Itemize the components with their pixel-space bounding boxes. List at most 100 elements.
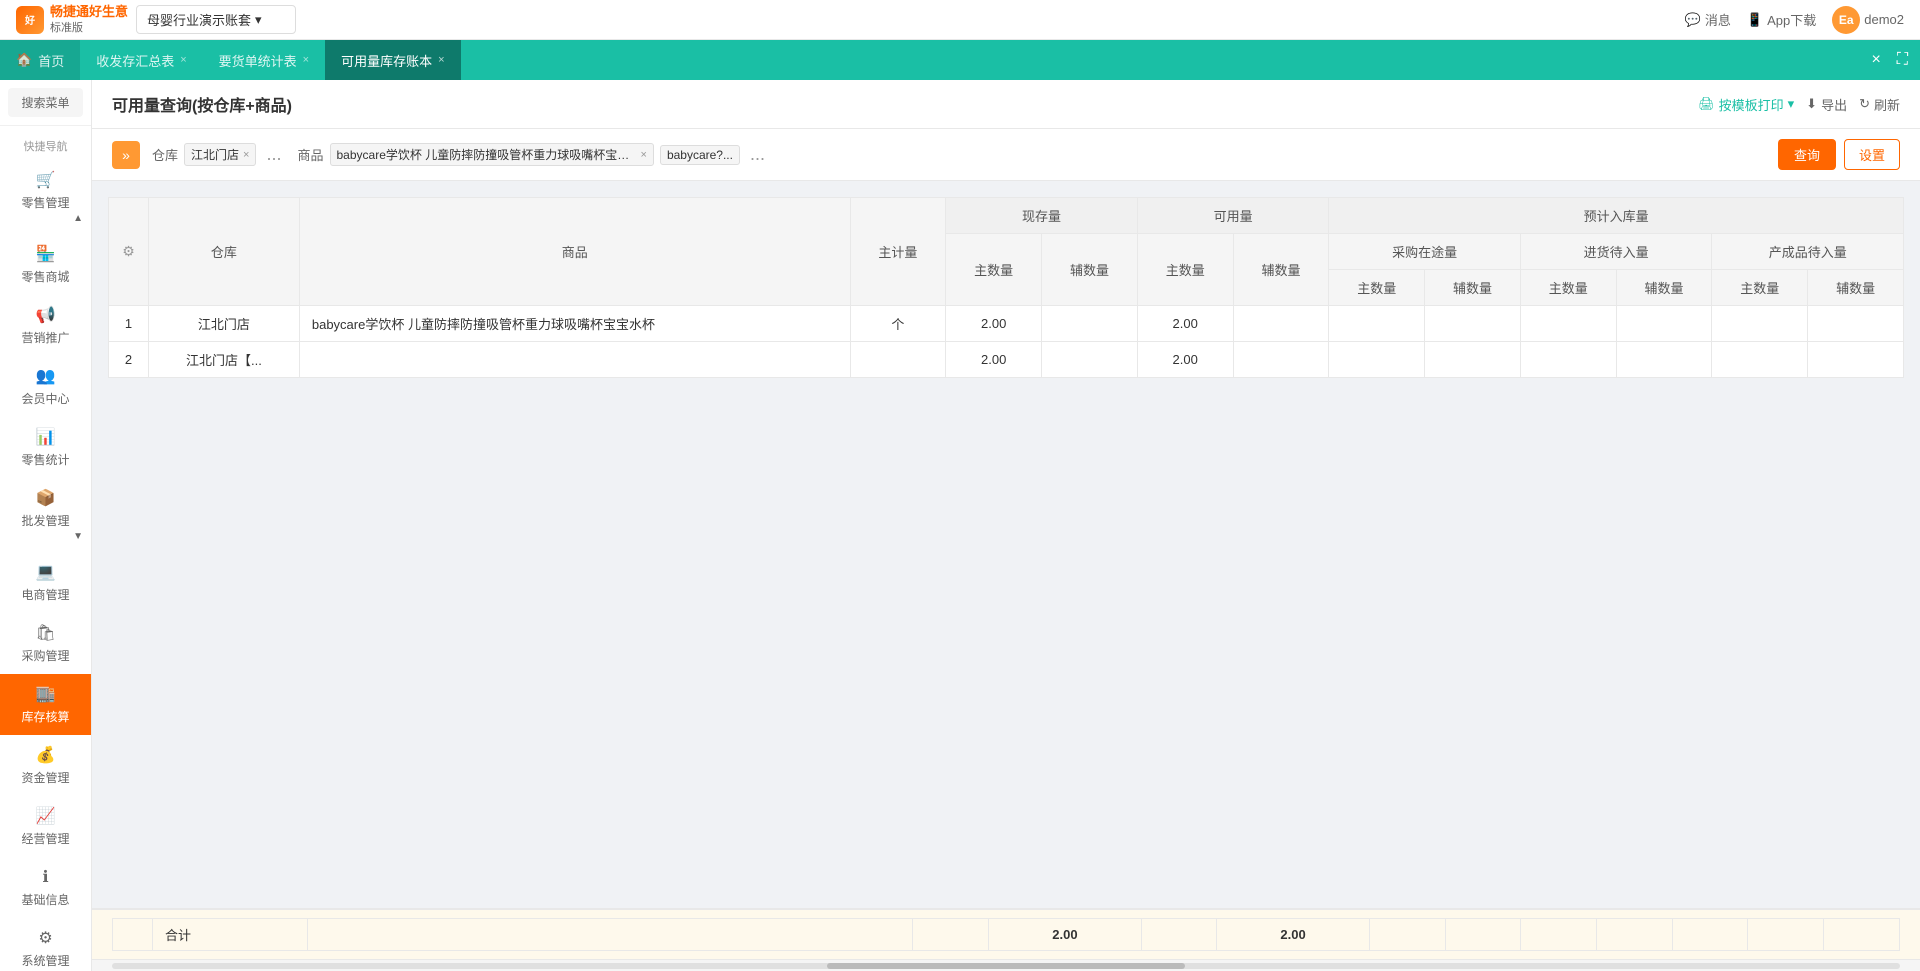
home-icon: 🏠 [16,52,32,68]
col-purchase-sub-header: 辅数量 [1425,270,1521,306]
tab-home[interactable]: 🏠 首页 [0,40,80,80]
footer-avail-main: 2.00 [1217,919,1369,951]
horizontal-scrollbar[interactable] [92,959,1920,971]
sidebar-item-member[interactable]: 👥 会员中心 [0,356,91,417]
footer-current-sub [1141,919,1217,951]
sidebar-item-ecommerce[interactable]: 💻 电商管理 [0,552,91,613]
sidebar-item-inventory[interactable]: 🏬 库存核算 [0,674,91,735]
cell-current-sub [1042,342,1138,378]
product-tag1-remove[interactable]: × [641,149,647,161]
logo-icon: 好 [16,6,44,34]
cell-purchase-sub [1425,342,1521,378]
filter-toggle-btn[interactable]: » [112,141,140,169]
footer-row: 合计 2.00 2.00 [113,919,1900,951]
export-icon: ⬇ [1806,96,1817,112]
retail-mgmt-icon: 🛒 [36,170,56,190]
message-btn[interactable]: 💬 消息 [1685,10,1731,29]
tab-available-stock[interactable]: 可用量库存账本 × [325,40,460,80]
col-forecast-header: 预计入库量 [1329,198,1904,234]
sidebar-item-marketing[interactable]: 📢 营销推广 [0,295,91,356]
sidebar-item-wholesale[interactable]: 📦 批发管理 ▼ [0,478,91,552]
footer-incoming-sub [1672,919,1748,951]
data-table: ⚙ 仓库 商品 主计量 现存量 可用量 预计入库量 主数量 辅数量 主数量 辅数… [108,197,1904,378]
sidebar-item-finance[interactable]: 💰 资金管理 [0,735,91,796]
cell-unit [850,342,946,378]
table-row: 1 江北门店 babycare学饮杯 儿童防摔防撞吸管杯重力球吸嘴杯宝宝水杯 个… [109,306,1904,342]
cell-avail-sub [1233,306,1329,342]
cell-current-main: 2.00 [946,342,1042,378]
sidebar-item-system[interactable]: ⚙ 系统管理 [0,918,91,971]
tab-home-label: 首页 [38,51,64,70]
refresh-btn[interactable]: ↻ 刷新 [1859,95,1900,114]
sidebar-item-purchase[interactable]: 🛍 采购管理 [0,613,91,674]
footer-incoming-main [1596,919,1672,951]
warehouse-tag-text: 江北门店 [191,146,239,163]
scroll-thumb[interactable] [827,963,1185,969]
tab-order-stats[interactable]: 要货单统计表 × [203,40,325,80]
product-tag1[interactable]: babycare学饮杯 儿童防摔防撞吸管杯重力球吸嘴杯宝宝水杯 × [330,143,654,166]
footer-table: 合计 2.00 2.00 [112,918,1900,951]
settings-icon[interactable]: ⚙ [122,243,135,259]
footer-purchase-sub [1521,919,1597,951]
col-product-main-header: 主数量 [1712,270,1808,306]
print-label: 按模板打印 [1719,95,1784,114]
cell-no: 1 [109,306,149,342]
username-label: demo2 [1864,12,1904,27]
logo-area: 好 畅捷通好生意 标准版 [16,4,128,35]
sidebar-item-basic-info[interactable]: ℹ 基础信息 [0,857,91,918]
tab-order-close[interactable]: × [303,54,309,66]
col-warehouse-header: 仓库 [149,198,300,306]
product-label: 商品 [297,145,323,164]
app-download-btn[interactable]: 📱 App下载 [1747,10,1816,29]
page-actions: 🖨 按模板打印 ▾ ⬇ 导出 ↻ 刷新 [1698,95,1900,114]
tab-income-summary[interactable]: 收发存汇总表 × [80,40,202,80]
table-footer: 合计 2.00 2.00 [92,908,1920,959]
operations-icon: 📈 [36,806,56,826]
logo-text: 畅捷通好生意 标准版 [50,4,128,35]
print-btn[interactable]: 🖨 按模板打印 ▾ [1698,95,1794,114]
scroll-track [112,963,1900,969]
user-area[interactable]: Ea demo2 [1832,6,1904,34]
setting-btn[interactable]: 设置 [1844,139,1900,170]
export-label: 导出 [1821,95,1847,114]
tab-available-close[interactable]: × [438,54,444,66]
query-btn[interactable]: 查询 [1778,139,1836,170]
cell-product-main [1712,342,1808,378]
col-unit-header: 主计量 [850,198,946,306]
footer-label-cell: 合计 [153,919,308,951]
system-icon: ⚙ [38,928,52,948]
arrow-icon-2: ▼ [73,531,83,542]
message-label: 消息 [1705,10,1731,29]
footer-purchase-main [1445,919,1521,951]
filter-actions: 查询 设置 [1778,139,1900,170]
org-selector[interactable]: 母婴行业演示账套 ▾ [136,5,296,34]
basic-info-icon: ℹ [42,867,48,887]
retail-mall-icon: 🏪 [36,244,56,264]
export-btn[interactable]: ⬇ 导出 [1806,95,1847,114]
member-icon: 👥 [36,366,56,386]
sidebar-item-retail-mall[interactable]: 🏪 零售商城 [0,234,91,295]
sidebar-item-retail-mgmt[interactable]: 🛒 零售管理 ▲ [0,160,91,234]
sidebar-item-retail-stats[interactable]: 📊 零售统计 [0,417,91,478]
phone-icon: 📱 [1747,12,1763,28]
warehouse-tag-remove[interactable]: × [243,149,249,161]
tab-income-close[interactable]: × [180,54,186,66]
sidebar-item-operations[interactable]: 📈 经营管理 [0,796,91,857]
expand-btn[interactable]: ⛶ [1893,47,1912,73]
search-menu-btn[interactable]: 搜索菜单 [8,88,83,117]
col-product-sub-header: 辅数量 [1808,270,1904,306]
col-incoming-subheader: 进货待入量 [1520,234,1712,270]
cell-incoming-main [1520,306,1616,342]
print-chevron: ▾ [1788,96,1795,112]
col-avail-main-header: 主数量 [1137,234,1233,306]
col-purchase-subheader: 采购在途量 [1329,234,1521,270]
product-tag2[interactable]: babycare?... [660,145,740,165]
product-more[interactable]: ... [746,144,769,165]
close-all-btn[interactable]: × [1867,47,1884,73]
warehouse-more[interactable]: ... [262,144,285,165]
warehouse-tag[interactable]: 江北门店 × [184,143,256,166]
table-row: 2 江北门店【... 2.00 2.00 [109,342,1904,378]
app-download-label: App下载 [1767,10,1816,29]
cell-product-sub [1808,342,1904,378]
cell-avail-main: 2.00 [1137,342,1233,378]
